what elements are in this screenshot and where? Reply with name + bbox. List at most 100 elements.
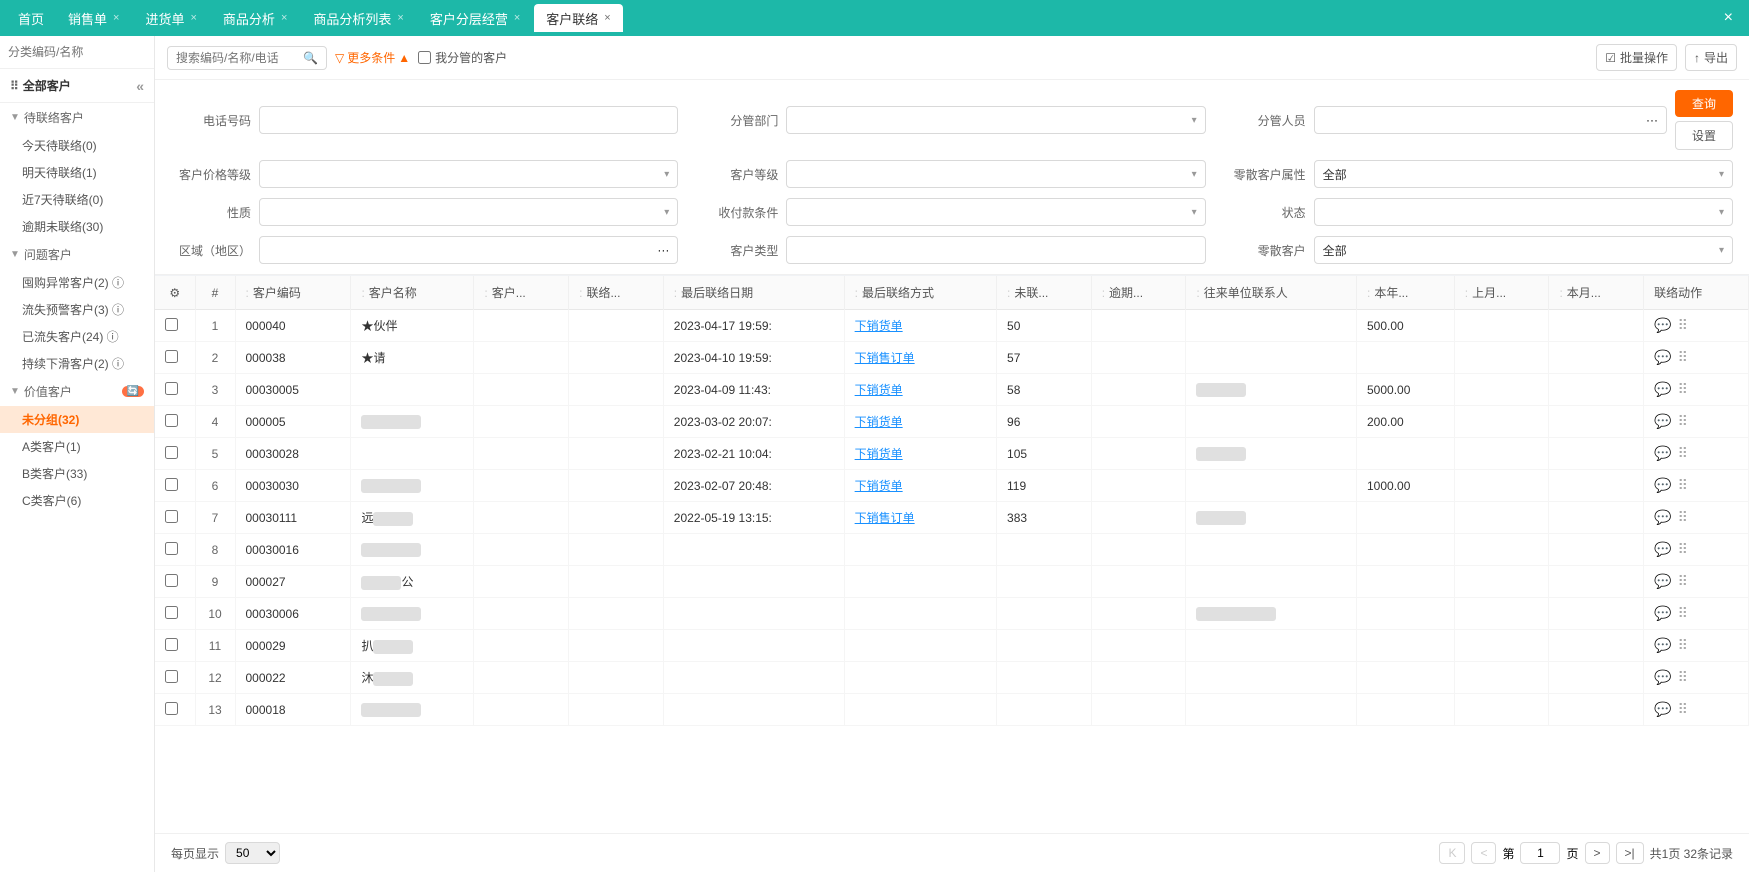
nav-tab-商品分析[interactable]: 商品分析× [211,4,299,32]
sidebar-item[interactable]: 今天待联络(0) [0,132,154,159]
chat-action-icon[interactable]: 💬 [1654,477,1671,494]
tab-close-icon[interactable]: × [397,12,403,24]
sidebar-item[interactable]: 未分组(32) [0,406,154,433]
row-checkbox[interactable] [165,574,178,587]
row-checkbox[interactable] [165,702,178,715]
my-customers-checkbox[interactable] [418,51,431,64]
more-conditions-btn[interactable]: ▽ 更多条件 ▲ [335,49,410,66]
reset-button[interactable]: 设置 [1675,121,1733,150]
grid-action-icon[interactable]: ⠿ [1678,701,1688,718]
grid-action-icon[interactable]: ⠿ [1678,445,1688,462]
nav-tab-客户联络[interactable]: 客户联络× [534,4,622,32]
filter-search-icon[interactable]: 🔍 [303,51,318,65]
sidebar-item[interactable]: A类客户(1) [0,433,154,460]
tab-close-icon[interactable]: × [281,12,287,24]
sidebar-group-header[interactable]: ▼价值客户🔄 [0,377,154,406]
grid-action-icon[interactable]: ⠿ [1678,317,1688,334]
chat-action-icon[interactable]: 💬 [1654,349,1671,366]
chat-action-icon[interactable]: 💬 [1654,445,1671,462]
filter-customer-level-select[interactable]: ▾ [786,160,1205,188]
row-checkbox[interactable] [165,382,178,395]
row-checkbox[interactable] [165,606,178,619]
grid-action-icon[interactable]: ⠿ [1678,573,1688,590]
nav-tab-进货单[interactable]: 进货单× [133,4,208,32]
nav-home[interactable]: 首页 [8,9,54,28]
sidebar-item[interactable]: C类客户(6) [0,487,154,514]
sidebar-item[interactable]: 流失预警客户(3) ⓘ [0,296,154,323]
row-checkbox[interactable] [165,414,178,427]
nav-tab-销售单[interactable]: 销售单× [56,4,131,32]
contact-way-link[interactable]: 下销货单 [855,479,903,493]
filter-dept-select[interactable]: ▾ [786,106,1205,134]
chat-action-icon[interactable]: 💬 [1654,637,1671,654]
filter-retail-customer-select[interactable]: 全部▾ [1314,236,1733,264]
grid-action-icon[interactable]: ⠿ [1678,541,1688,558]
grid-action-icon[interactable]: ⠿ [1678,509,1688,526]
chat-action-icon[interactable]: 💬 [1654,701,1671,718]
sidebar-group-header[interactable]: ▼待联络客户 [0,103,154,132]
sidebar-item[interactable]: 逾期未联络(30) [0,213,154,240]
grid-action-icon[interactable]: ⠿ [1678,349,1688,366]
tab-close-icon[interactable]: × [514,12,520,24]
filter-search-input[interactable] [176,51,299,65]
sidebar-item[interactable]: 已流失客户(24) ⓘ [0,323,154,350]
row-checkbox[interactable] [165,318,178,331]
prev-page-button[interactable]: < [1471,842,1496,864]
row-checkbox[interactable] [165,510,178,523]
chat-action-icon[interactable]: 💬 [1654,413,1671,430]
chat-action-icon[interactable]: 💬 [1654,317,1671,334]
filter-retail-attr-select[interactable]: 全部▾ [1314,160,1733,188]
filter-payment-select[interactable]: ▾ [786,198,1205,226]
chat-action-icon[interactable]: 💬 [1654,509,1671,526]
row-checkbox[interactable] [165,350,178,363]
grid-action-icon[interactable]: ⠿ [1678,669,1688,686]
filter-customer-type-select[interactable] [786,236,1205,264]
batch-ops-button[interactable]: ☑ 批量操作 [1596,44,1677,71]
per-page-select[interactable]: 50 100 200 [225,842,280,864]
row-checkbox[interactable] [165,478,178,491]
chat-action-icon[interactable]: 💬 [1654,669,1671,686]
contact-way-link[interactable]: 下销售订单 [855,351,915,365]
query-button[interactable]: 查询 [1675,90,1733,117]
chat-action-icon[interactable]: 💬 [1654,605,1671,622]
filter-price-level-select[interactable]: ▾ [259,160,678,188]
sidebar-item[interactable]: 持续下滑客户(2) ⓘ [0,350,154,377]
next-page-button[interactable]: > [1585,842,1610,864]
contact-way-link[interactable]: 下销货单 [855,319,903,333]
filter-region-input[interactable]: ··· [259,236,678,264]
sidebar-item[interactable]: 近7天待联络(0) [0,186,154,213]
sidebar-all-customers[interactable]: ⠿ 全部客户 « [0,69,154,103]
tab-close-icon[interactable]: × [604,12,610,24]
row-checkbox[interactable] [165,446,178,459]
close-all-button[interactable]: × [1716,9,1741,27]
row-checkbox[interactable] [165,542,178,555]
chat-action-icon[interactable]: 💬 [1654,573,1671,590]
grid-action-icon[interactable]: ⠿ [1678,477,1688,494]
collapse-sidebar-icon[interactable]: « [136,78,144,94]
contact-way-link[interactable]: 下销货单 [855,415,903,429]
contact-way-link[interactable]: 下销货单 [855,447,903,461]
filter-phone-input[interactable] [259,106,678,134]
chat-action-icon[interactable]: 💬 [1654,541,1671,558]
sidebar-group-header[interactable]: ▼问题客户 [0,240,154,269]
last-page-button[interactable]: >| [1616,842,1644,864]
sidebar-item[interactable]: 明天待联络(1) [0,159,154,186]
nav-tab-商品分析列表[interactable]: 商品分析列表× [301,4,415,32]
contact-way-link[interactable]: 下销售订单 [855,511,915,525]
grid-action-icon[interactable]: ⠿ [1678,381,1688,398]
sidebar-item[interactable]: B类客户(33) [0,460,154,487]
sidebar-search-input[interactable] [8,45,155,59]
first-page-button[interactable]: K [1439,842,1465,864]
tab-close-icon[interactable]: × [113,12,119,24]
grid-action-icon[interactable]: ⠿ [1678,637,1688,654]
chat-action-icon[interactable]: 💬 [1654,381,1671,398]
filter-status-select[interactable]: ▾ [1314,198,1733,226]
nav-tab-客户分层经营[interactable]: 客户分层经营× [418,4,532,32]
page-number-input[interactable] [1520,842,1560,864]
contact-way-link[interactable]: 下销货单 [855,383,903,397]
tab-close-icon[interactable]: × [190,12,196,24]
row-checkbox[interactable] [165,670,178,683]
col-header-settings[interactable]: ⚙ [155,276,195,310]
row-checkbox[interactable] [165,638,178,651]
sidebar-item[interactable]: 囤购异常客户(2) ⓘ [0,269,154,296]
